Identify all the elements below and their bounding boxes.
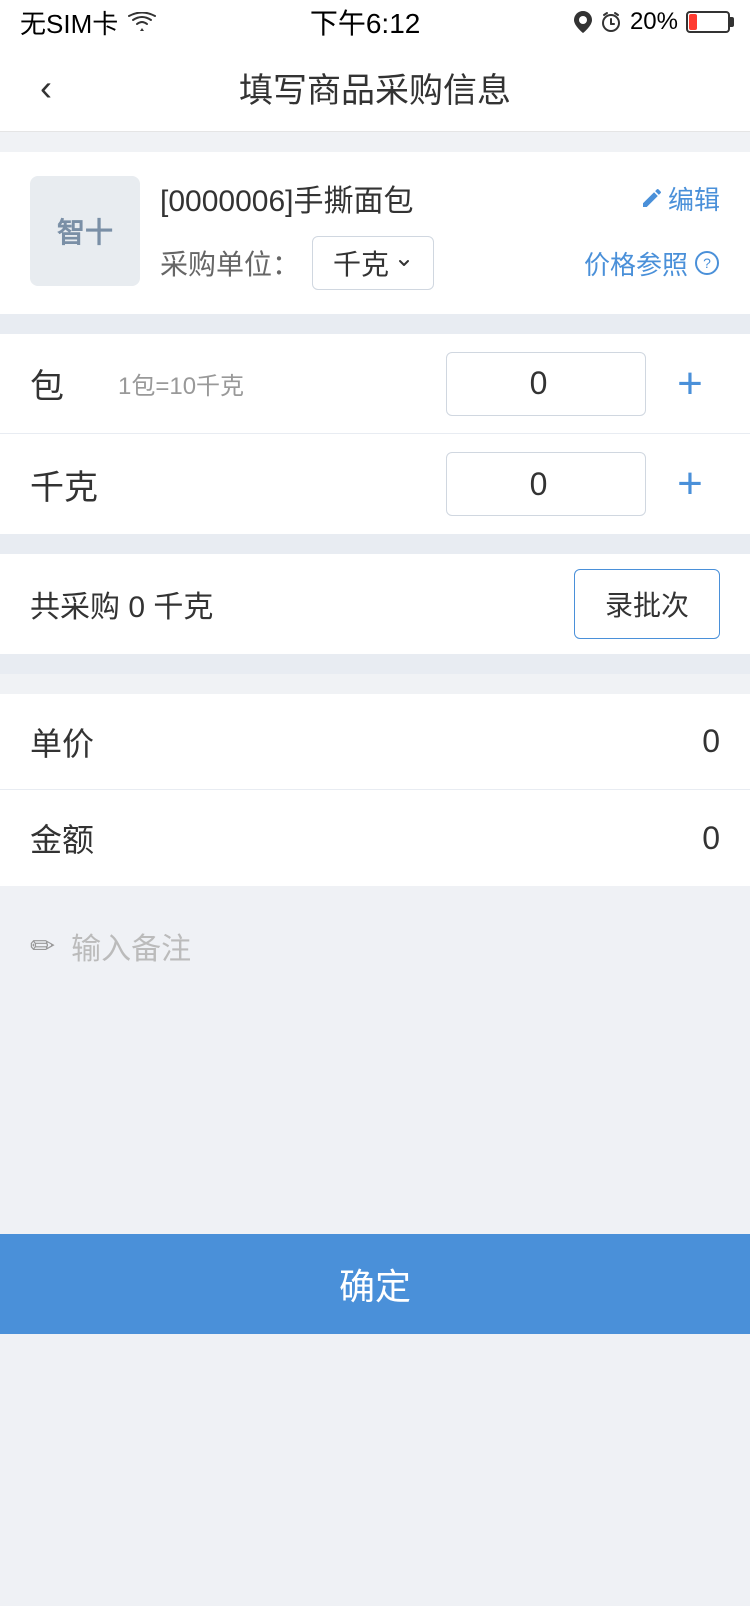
unit-select[interactable]: 千克 <box>312 236 434 290</box>
amount-label: 金额 <box>30 815 94 861</box>
summary-text: 共采购 0 千克 <box>30 582 213 626</box>
svg-text:?: ? <box>703 255 711 271</box>
amount-row: 金额 0 <box>0 790 750 886</box>
product-name: [0000006]手撕面包 <box>160 176 413 220</box>
battery-icon <box>686 11 730 33</box>
pack-input-row: 包 1包=10千克 + <box>0 334 750 434</box>
kg-label: 千克 <box>30 460 110 509</box>
product-name-row: [0000006]手撕面包 编辑 <box>160 176 720 220</box>
back-button[interactable]: ‹ <box>30 57 62 119</box>
section-divider-3 <box>0 654 750 674</box>
nav-bar: ‹ 填写商品采购信息 <box>0 44 750 132</box>
confirm-button[interactable]: 确定 <box>0 1234 750 1334</box>
edit-icon <box>640 186 664 210</box>
notes-section[interactable]: ✏ 输入备注 <box>0 886 750 1006</box>
status-right: 20% <box>574 8 730 36</box>
kg-input-row: 千克 + <box>0 434 750 534</box>
chevron-down-icon <box>395 254 413 272</box>
unit-price-label: 单价 <box>30 719 94 765</box>
status-time: 下午6:12 <box>310 2 421 42</box>
pack-quantity-input[interactable] <box>446 352 646 416</box>
edit-button[interactable]: 编辑 <box>640 180 720 217</box>
status-left: 无SIM卡 <box>20 4 156 41</box>
status-bar: 无SIM卡 下午6:12 20% <box>0 0 750 44</box>
notes-placeholder: 输入备注 <box>71 924 191 968</box>
price-info-section: 单价 0 金额 0 <box>0 694 750 886</box>
page-title: 填写商品采购信息 <box>239 63 511 112</box>
battery-label: 20% <box>630 8 678 36</box>
product-image: 智十 <box>30 176 140 286</box>
pack-sublabel: 1包=10千克 <box>118 366 244 401</box>
kg-plus-button[interactable]: + <box>660 454 720 514</box>
pack-plus-button[interactable]: + <box>660 354 720 414</box>
amount-value: 0 <box>702 820 720 857</box>
price-ref-button[interactable]: 价格参照 ? <box>584 245 720 282</box>
unit-label: 采购单位： <box>160 243 300 283</box>
unit-price-row: 单价 0 <box>0 694 750 790</box>
summary-section: 共采购 0 千克 录批次 <box>0 554 750 654</box>
wifi-icon <box>128 12 156 32</box>
kg-quantity-input[interactable] <box>446 452 646 516</box>
pack-label: 包 <box>30 359 110 408</box>
confirm-button-label: 确定 <box>339 1258 411 1310</box>
unit-selector-area: 采购单位： 千克 <box>160 236 434 290</box>
alarm-icon <box>600 11 622 33</box>
section-divider-2 <box>0 534 750 554</box>
product-card: 智十 [0000006]手撕面包 编辑 采购单位： 千克 <box>0 152 750 314</box>
batch-button[interactable]: 录批次 <box>574 569 720 639</box>
pack-field-wrap: + <box>244 352 720 416</box>
carrier-label: 无SIM卡 <box>20 4 118 41</box>
unit-price-value: 0 <box>702 723 720 760</box>
kg-field-wrap: + <box>110 452 720 516</box>
summary-row: 共采购 0 千克 录批次 <box>0 554 750 654</box>
unit-row: 采购单位： 千克 价格参照 ? <box>160 236 720 290</box>
product-info: [0000006]手撕面包 编辑 采购单位： 千克 价格参照 <box>160 176 720 290</box>
section-divider-1 <box>0 314 750 334</box>
pencil-icon: ✏ <box>30 929 55 964</box>
location-icon <box>574 11 592 33</box>
info-icon: ? <box>694 250 720 276</box>
input-section: 包 1包=10千克 + 千克 + <box>0 334 750 534</box>
